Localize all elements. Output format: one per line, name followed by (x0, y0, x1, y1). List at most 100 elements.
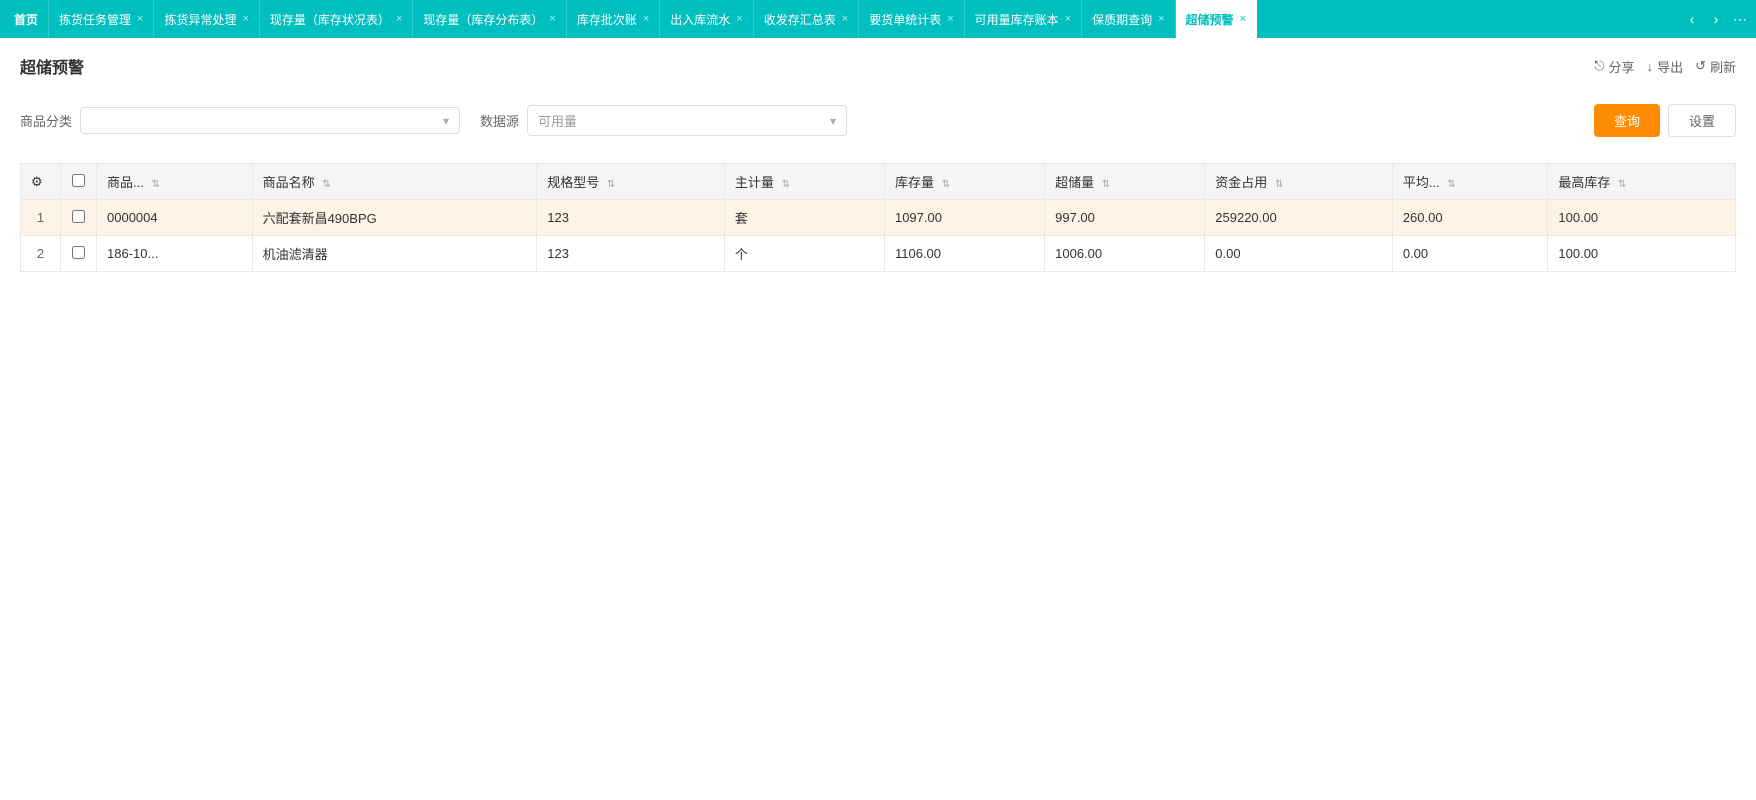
export-icon: ↓ (1647, 59, 1654, 74)
sort-avg-icon: ⇅ (1447, 179, 1455, 190)
row-unit-1: 套 (724, 200, 884, 236)
close-tab-stock-status[interactable]: × (396, 13, 402, 25)
close-tab-in-out-flow[interactable]: × (736, 13, 742, 25)
nav-prev-arrow[interactable]: ‹ (1680, 0, 1704, 38)
datasource-filter: 数据源 可用量 ▾ (480, 105, 847, 136)
row-checkbox-2[interactable] (72, 246, 85, 259)
select-all-checkbox[interactable] (72, 174, 85, 187)
sort-stock-icon: ⇅ (942, 179, 950, 190)
nav-tab-overstock-warning[interactable]: 超储预警 × (1176, 0, 1257, 38)
sort-overstock-icon: ⇅ (1102, 179, 1110, 190)
nav-tab-in-out-flow[interactable]: 出入库流水 × (660, 0, 753, 38)
nav-tab-available-stock[interactable]: 可用量库存账本 × (965, 0, 1082, 38)
category-label: 商品分类 (20, 111, 72, 130)
nav-tab-stock-dist[interactable]: 现存量（库存分布表） × (413, 0, 566, 38)
table-body: 1 0000004 六配套新昌490BPG 123 套 1097.00 997.… (21, 200, 1736, 272)
refresh-icon: ↺ (1695, 58, 1706, 74)
nav-tab-salvage-abnormal[interactable]: 拣货异常处理 × (154, 0, 259, 38)
filter-row: 商品分类 ▾ 数据源 可用量 ▾ 查询 设置 (20, 94, 1736, 147)
share-button[interactable]: ⎋ 分享 (1594, 57, 1634, 76)
close-tab-available-stock[interactable]: × (1065, 13, 1071, 25)
sort-spec-icon: ⇅ (607, 179, 615, 190)
row-check-2[interactable] (61, 236, 97, 272)
category-filter: 商品分类 ▾ (20, 107, 460, 134)
nav-tab-order-stats[interactable]: 要货单统计表 × (859, 0, 964, 38)
nav-tab-stock-batch[interactable]: 库存批次账 × (567, 0, 660, 38)
table-row: 1 0000004 六配套新昌490BPG 123 套 1097.00 997.… (21, 200, 1736, 236)
row-num-1: 1 (21, 200, 61, 236)
row-spec-2: 123 (537, 236, 725, 272)
share-icon: ⎋ (1594, 58, 1604, 74)
row-code-2: 186-10... (97, 236, 253, 272)
row-capital-1: 259220.00 (1205, 200, 1393, 236)
nav-tab-salvage-task[interactable]: 拣货任务管理 × (49, 0, 154, 38)
close-tab-overstock-warning[interactable]: × (1240, 13, 1246, 25)
sort-capital-icon: ⇅ (1275, 179, 1283, 190)
row-name-1: 六配套新昌490BPG (252, 200, 537, 236)
row-overstock-1: 997.00 (1045, 200, 1205, 236)
refresh-button[interactable]: ↺ 刷新 (1695, 57, 1736, 76)
sort-name-icon: ⇅ (322, 179, 330, 190)
nav-tab-stock-status[interactable]: 现存量（库存状况表） × (260, 0, 413, 38)
close-tab-stock-batch[interactable]: × (643, 13, 649, 25)
nav-tab-quality-check[interactable]: 保质期查询 × (1082, 0, 1175, 38)
datasource-select-value: 可用量 (538, 111, 577, 130)
sort-unit-icon: ⇅ (781, 179, 789, 190)
filter-actions: 查询 设置 (1594, 104, 1736, 137)
row-name-2: 机油滤清器 (252, 236, 537, 272)
row-max-stock-2: 100.00 (1548, 236, 1736, 272)
query-button[interactable]: 查询 (1594, 104, 1660, 137)
top-nav: 首页 拣货任务管理 × 拣货异常处理 × 现存量（库存状况表） × 现存量（库存… (0, 0, 1756, 38)
sort-code-icon: ⇅ (151, 179, 159, 190)
row-check-1[interactable] (61, 200, 97, 236)
header-actions: ⎋ 分享 ↓ 导出 ↺ 刷新 (1594, 57, 1736, 76)
th-check (61, 164, 97, 200)
setting-button[interactable]: 设置 (1668, 104, 1736, 137)
th-gear[interactable]: ⚙ (21, 164, 61, 200)
nav-more-arrow[interactable]: ⋯ (1728, 0, 1752, 38)
page-header: 超储预警 ⎋ 分享 ↓ 导出 ↺ 刷新 (20, 54, 1736, 78)
row-overstock-2: 1006.00 (1045, 236, 1205, 272)
nav-tab-home[interactable]: 首页 (4, 0, 49, 38)
row-max-stock-1: 100.00 (1548, 200, 1736, 236)
sort-max-stock-icon: ⇅ (1618, 179, 1626, 190)
row-stock-2: 1106.00 (884, 236, 1044, 272)
row-code-1: 0000004 (97, 200, 253, 236)
row-avg-2: 0.00 (1392, 236, 1548, 272)
category-select[interactable]: ▾ (80, 107, 460, 134)
nav-next-arrow[interactable]: › (1704, 0, 1728, 38)
table-header: ⚙ 商品... ⇅ 商品名称 ⇅ 规格型号 ⇅ 主计量 (21, 164, 1736, 200)
th-stock[interactable]: 库存量 ⇅ (884, 164, 1044, 200)
th-avg[interactable]: 平均... ⇅ (1392, 164, 1548, 200)
row-spec-1: 123 (537, 200, 725, 236)
close-tab-stock-dist[interactable]: × (549, 13, 555, 25)
th-overstock[interactable]: 超储量 ⇅ (1045, 164, 1205, 200)
th-spec[interactable]: 规格型号 ⇅ (537, 164, 725, 200)
close-tab-salvage-task[interactable]: × (137, 13, 143, 25)
row-unit-2: 个 (724, 236, 884, 272)
export-button[interactable]: ↓ 导出 (1647, 57, 1684, 76)
th-max-stock[interactable]: 最高库存 ⇅ (1548, 164, 1736, 200)
datasource-dropdown-icon: ▾ (830, 114, 836, 128)
close-tab-salvage-abnormal[interactable]: × (242, 13, 248, 25)
close-tab-order-stats[interactable]: × (947, 13, 953, 25)
nav-tab-recv-send-summary[interactable]: 收发存汇总表 × (754, 0, 859, 38)
category-dropdown-icon: ▾ (443, 114, 449, 128)
row-num-2: 2 (21, 236, 61, 272)
row-checkbox-1[interactable] (72, 210, 85, 223)
row-avg-1: 260.00 (1392, 200, 1548, 236)
table-row: 2 186-10... 机油滤清器 123 个 1106.00 1006.00 … (21, 236, 1736, 272)
datasource-select[interactable]: 可用量 ▾ (527, 105, 847, 136)
close-tab-quality-check[interactable]: × (1158, 13, 1164, 25)
th-unit[interactable]: 主计量 ⇅ (724, 164, 884, 200)
th-name[interactable]: 商品名称 ⇅ (252, 164, 537, 200)
close-tab-recv-send-summary[interactable]: × (842, 13, 848, 25)
row-stock-1: 1097.00 (884, 200, 1044, 236)
datasource-label: 数据源 (480, 111, 519, 130)
row-capital-2: 0.00 (1205, 236, 1393, 272)
th-capital[interactable]: 资金占用 ⇅ (1205, 164, 1393, 200)
data-table: ⚙ 商品... ⇅ 商品名称 ⇅ 规格型号 ⇅ 主计量 (20, 163, 1736, 272)
page-content: 超储预警 ⎋ 分享 ↓ 导出 ↺ 刷新 商品分类 ▾ 数据源 (0, 38, 1756, 800)
th-code[interactable]: 商品... ⇅ (97, 164, 253, 200)
page-title: 超储预警 (20, 54, 84, 78)
